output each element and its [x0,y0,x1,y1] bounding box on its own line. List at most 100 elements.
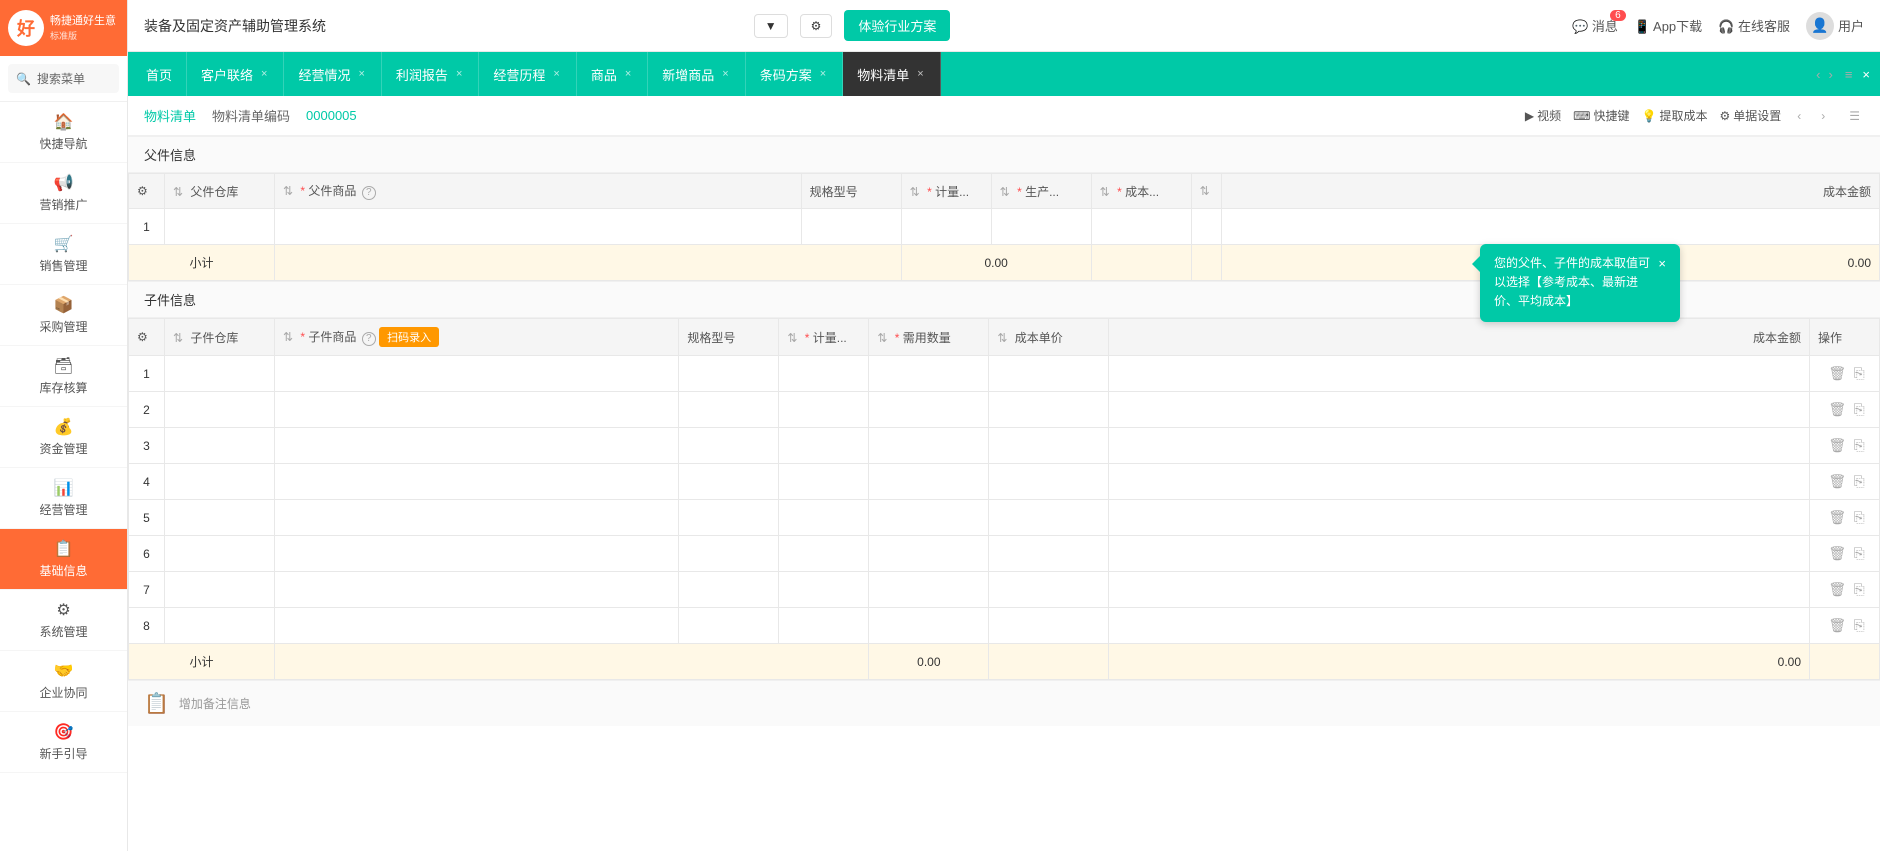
scan-button[interactable]: 扫码录入 [379,327,439,347]
parent-cost-cell[interactable] [1091,209,1191,245]
view-action[interactable]: ▶ 视频 [1525,107,1561,124]
child-unit-1[interactable] [779,356,869,392]
parent-spec-cell[interactable] [801,209,901,245]
child-sort-icon3[interactable]: ⇅ [787,331,797,345]
delete-icon[interactable]: 🗑 [1824,543,1850,563]
tab-grid-icon[interactable]: ≡ [1841,67,1857,82]
sidebar-item-operation[interactable]: 📊 经营管理 [0,468,127,529]
sort-handle-icon[interactable]: ⇅ [1200,184,1210,198]
child-unit-2[interactable] [779,392,869,428]
user-menu[interactable]: 👤 用户 [1806,12,1864,40]
cost-action[interactable]: 💡 提取成本 [1641,107,1707,124]
doc-next-arrow[interactable]: › [1817,107,1829,125]
parent-unit-cell[interactable] [901,209,991,245]
tab-add-goods-close[interactable]: × [720,68,730,80]
tab-close-all[interactable]: × [1856,67,1876,82]
tooltip-close-btn[interactable]: × [1658,254,1666,275]
child-unit-cost-8[interactable] [989,608,1109,644]
child-qty-7[interactable] [869,572,989,608]
sort-icon3[interactable]: ⇅ [910,185,920,199]
sidebar-item-guide[interactable]: 🎯 新手引导 [0,712,127,773]
info-icon[interactable]: ? [362,186,376,200]
message-badge[interactable]: 💬 6 消息 [1572,16,1618,35]
tab-customer[interactable]: 客户联络 × [187,52,284,96]
parent-warehouse-cell[interactable] [165,209,275,245]
child-qty-6[interactable] [869,536,989,572]
child-product-7[interactable] [275,572,679,608]
child-spec-7[interactable] [679,572,779,608]
trial-button[interactable]: 体验行业方案 [844,10,950,41]
child-qty-5[interactable] [869,500,989,536]
tab-op-history[interactable]: 经营历程 × [479,52,576,96]
child-unit-cost-4[interactable] [989,464,1109,500]
tab-add-goods[interactable]: 新增商品 × [648,52,745,96]
copy-icon[interactable]: ⎘ [1853,365,1864,381]
sidebar-item-quick-nav[interactable]: 🏠 快捷导航 [0,102,127,163]
sidebar-item-sales[interactable]: 🛒 销售管理 [0,224,127,285]
copy-icon[interactable]: ⎘ [1853,437,1864,453]
sort-icon2[interactable]: ⇅ [283,184,293,198]
child-qty-4[interactable] [869,464,989,500]
delete-icon[interactable]: 🗑 [1824,471,1850,491]
child-unit-6[interactable] [779,536,869,572]
tab-profit[interactable]: 利润报告 × [382,52,479,96]
child-info-icon[interactable]: ? [362,332,376,346]
copy-icon[interactable]: ⎘ [1853,401,1864,417]
delete-icon[interactable]: 🗑 [1824,435,1850,455]
child-warehouse-4[interactable] [165,464,275,500]
tab-operation-status[interactable]: 经营情况 × [284,52,381,96]
sort-icon5[interactable]: ⇅ [1100,185,1110,199]
copy-icon[interactable]: ⎘ [1853,545,1864,561]
child-warehouse-3[interactable] [165,428,275,464]
child-spec-1[interactable] [679,356,779,392]
child-product-8[interactable] [275,608,679,644]
delete-icon[interactable]: 🗑 [1824,615,1850,635]
child-unit-cost-3[interactable] [989,428,1109,464]
tab-home[interactable]: 首页 [132,52,187,96]
child-unit-3[interactable] [779,428,869,464]
child-product-2[interactable] [275,392,679,428]
tab-barcode[interactable]: 条码方案 × [746,52,843,96]
child-product-1[interactable] [275,356,679,392]
tab-bom-close[interactable]: × [915,68,925,80]
child-unit-cost-6[interactable] [989,536,1109,572]
sidebar-item-purchase[interactable]: 📦 采购管理 [0,285,127,346]
sidebar-item-system[interactable]: ⚙ 系统管理 [0,590,127,651]
sort-icon[interactable]: ⇅ [173,185,183,199]
child-product-5[interactable] [275,500,679,536]
sidebar-item-finance[interactable]: 💰 资金管理 [0,407,127,468]
child-sort-icon1[interactable]: ⇅ [173,331,183,345]
tab-bom[interactable]: 物料清单 × [843,52,940,96]
sidebar-item-basic-info[interactable]: 📋 基础信息 [0,529,127,590]
child-spec-5[interactable] [679,500,779,536]
copy-icon[interactable]: ⎘ [1853,581,1864,597]
child-unit-cost-5[interactable] [989,500,1109,536]
sidebar-item-enterprise[interactable]: 🤝 企业协同 [0,651,127,712]
doc-settings-action[interactable]: ⚙ 单据设置 [1719,107,1781,124]
child-warehouse-8[interactable] [165,608,275,644]
child-spec-8[interactable] [679,608,779,644]
search-menu-button[interactable]: 🔍 搜索菜单 [8,64,119,93]
breadcrumb-item1[interactable]: 物料清单 [144,106,196,125]
copy-icon[interactable]: ⎘ [1853,509,1864,525]
app-download-btn[interactable]: 📱 App下载 [1634,16,1702,35]
sidebar-item-inventory[interactable]: 🗃 库存核算 [0,346,127,407]
tab-op-history-close[interactable]: × [551,68,561,80]
child-qty-1[interactable] [869,356,989,392]
parent-col-settings[interactable]: ⚙ [129,174,165,209]
gear-settings-btn[interactable]: ⚙ [800,14,833,38]
sidebar-item-marketing[interactable]: 📢 营销推广 [0,163,127,224]
doc-prev-arrow[interactable]: ‹ [1793,107,1805,125]
tab-prev-arrow[interactable]: ‹ [1812,67,1824,82]
child-sort-icon5[interactable]: ⇅ [997,331,1007,345]
notes-placeholder[interactable]: 增加备注信息 [179,695,251,712]
parent-prod-cell[interactable] [991,209,1091,245]
child-sort-icon4[interactable]: ⇅ [877,331,887,345]
tab-barcode-close[interactable]: × [818,68,828,80]
child-warehouse-5[interactable] [165,500,275,536]
child-qty-8[interactable] [869,608,989,644]
child-unit-4[interactable] [779,464,869,500]
tab-customer-close[interactable]: × [259,68,269,80]
shortcut-action[interactable]: ⌨ 快捷键 [1573,107,1629,124]
tab-op-status-close[interactable]: × [356,68,366,80]
